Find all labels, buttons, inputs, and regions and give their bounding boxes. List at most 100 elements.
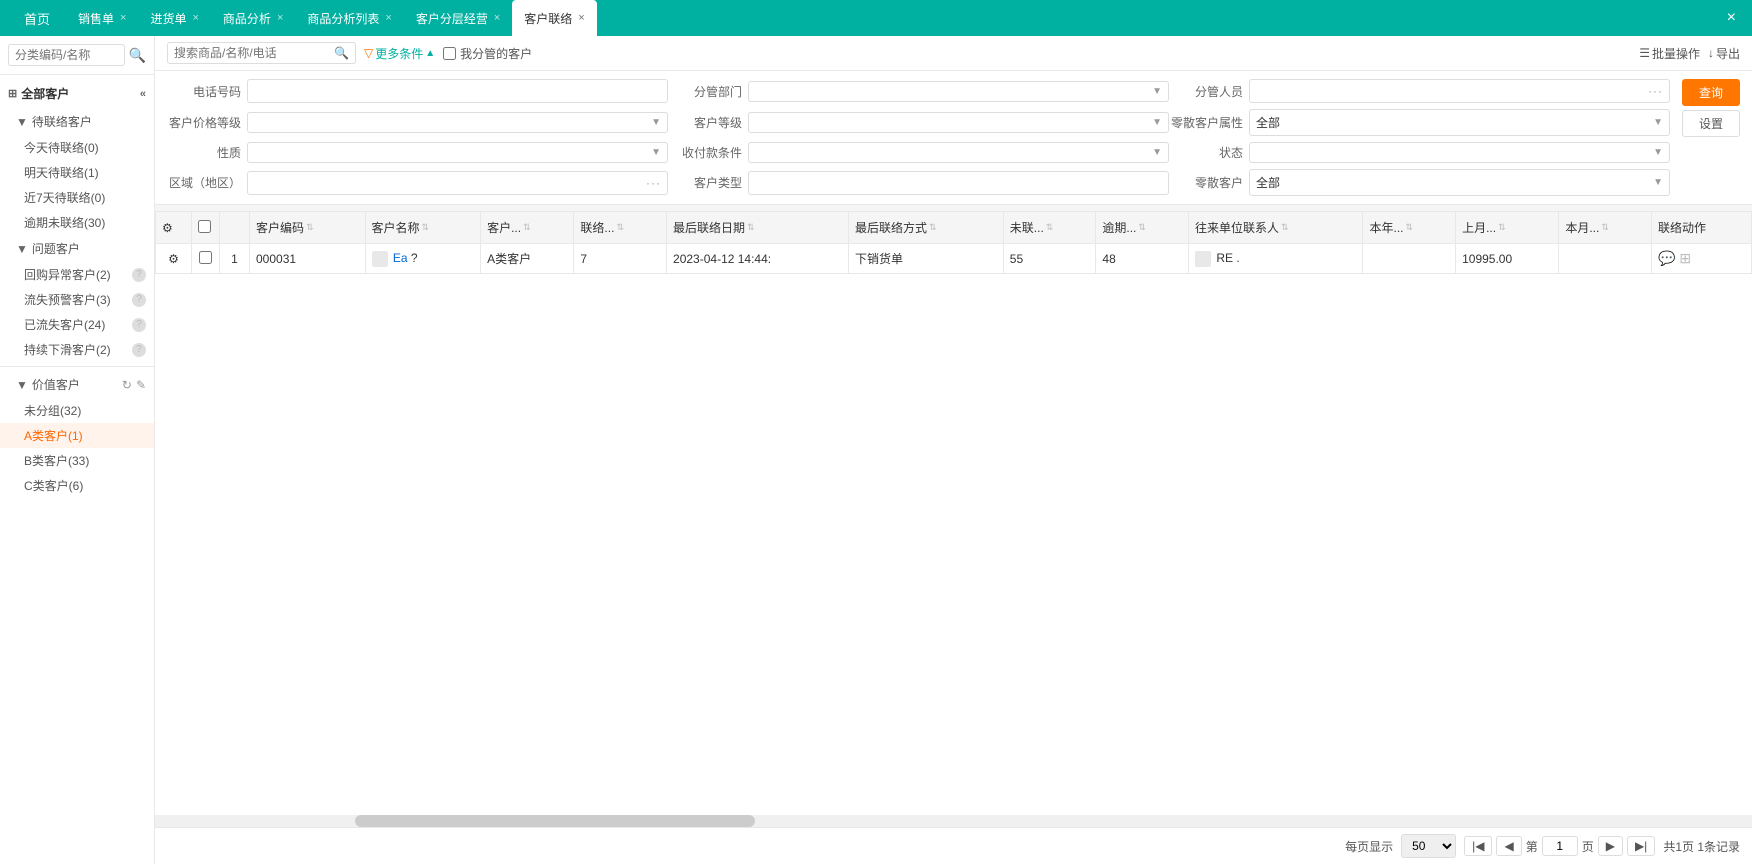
top-nav: 首页 销售单 × 进货单 × 商品分析 × 商品分析列表 × 客户分层经营 × … (0, 0, 1752, 36)
retail-customer-arrow: ▼ (1653, 177, 1663, 188)
sidebar-item-repurchase-abnormal[interactable]: 回购异常客户(2) ? (0, 262, 154, 287)
data-table: ⚙ 客户编码 ⇅ 客户名称 (155, 211, 1752, 274)
toolbar-right: ☰ 批量操作 ↓ 导出 (1639, 45, 1740, 62)
th-gear[interactable]: ⚙ (156, 212, 192, 244)
col-sort-method[interactable]: 最后联络方式 ⇅ (855, 219, 937, 236)
sidebar-search-input[interactable] (8, 44, 125, 66)
last-page-btn[interactable]: ▶| (1627, 836, 1655, 856)
sidebar-search-button[interactable]: 🔍 (129, 47, 146, 64)
nav-home[interactable]: 首页 (8, 0, 66, 36)
sidebar-item-today-pending[interactable]: 今天待联络(0) (0, 135, 154, 160)
main-layout: 🔍 ⊞ 全部客户 « ▼ 待联络客户 今天待联络(0) 明天待联络(1) 近7天… (0, 36, 1752, 864)
payment-select[interactable]: ▼ (748, 142, 1169, 163)
row-last-month: 10995.00 (1456, 244, 1559, 274)
sidebar-item-declining[interactable]: 持续下滑客户(2) ? (0, 337, 154, 362)
settings-button[interactable]: 设置 (1682, 110, 1740, 137)
col-sort-type[interactable]: 客户... ⇅ (487, 219, 531, 236)
status-select[interactable]: ▼ (1249, 142, 1670, 163)
sidebar-item-class-b[interactable]: B类客户(33) (0, 448, 154, 473)
dept-select[interactable]: ▼ (748, 81, 1169, 102)
my-customers-check[interactable] (443, 47, 456, 60)
nav-tab-sales[interactable]: 销售单 × (66, 0, 138, 36)
sidebar-group-pending-contact[interactable]: ▼ 待联络客户 (0, 108, 154, 135)
col-sort-lastmonth[interactable]: 上月... ⇅ (1462, 219, 1506, 236)
value-customers-actions: ↻ ✎ (122, 378, 146, 392)
region-select[interactable]: ··· (247, 171, 668, 195)
next-page-btn[interactable]: ▶ (1598, 836, 1623, 856)
close-purchase-tab[interactable]: × (192, 12, 198, 24)
filter-search-icon[interactable]: 🔍 (334, 46, 349, 60)
row-select-checkbox[interactable] (199, 251, 212, 264)
customer-type-input[interactable] (748, 171, 1169, 195)
sort-icon: ⇅ (616, 222, 624, 233)
manager-select[interactable]: ··· (1249, 79, 1670, 103)
col-sort-overdue[interactable]: 逾期... ⇅ (1102, 219, 1146, 236)
batch-op-button[interactable]: ☰ 批量操作 (1639, 45, 1700, 62)
sidebar-item-7days-pending[interactable]: 近7天待联络(0) (0, 185, 154, 210)
sidebar-item-class-c[interactable]: C类客户(6) (0, 473, 154, 498)
select-all-checkbox[interactable] (198, 220, 211, 233)
scroll-thumb[interactable] (355, 815, 755, 827)
col-sort-unit[interactable]: 往来单位联系人 ⇅ (1195, 219, 1289, 236)
sidebar-item-churned[interactable]: 已流失客户(24) ? (0, 312, 154, 337)
col-sort-date[interactable]: 最后联络日期 ⇅ (673, 219, 755, 236)
close-customer-tier-tab[interactable]: × (494, 12, 500, 24)
retail-customer-select[interactable]: 全部 ▼ (1249, 169, 1670, 196)
sidebar-item-tomorrow-pending[interactable]: 明天待联络(1) (0, 160, 154, 185)
col-sort-name[interactable]: 客户名称 ⇅ (372, 219, 430, 236)
sidebar-item-churn-warning[interactable]: 流失预警客户(3) ? (0, 287, 154, 312)
info-icon[interactable]: ? (132, 343, 146, 357)
query-button[interactable]: 查询 (1682, 79, 1740, 106)
nav-tab-customer-contact[interactable]: 客户联络 × (512, 0, 596, 36)
col-sort-nocontact[interactable]: 未联... ⇅ (1010, 219, 1054, 236)
first-page-btn[interactable]: |◀ (1464, 836, 1492, 856)
customer-level-select[interactable]: ▼ (748, 112, 1169, 133)
th-customer-name: 客户名称 ⇅ (365, 212, 481, 244)
close-goods-list-tab[interactable]: × (385, 12, 391, 24)
info-icon[interactable]: ? (132, 268, 146, 282)
page-input[interactable] (1542, 836, 1578, 856)
close-sales-tab[interactable]: × (120, 12, 126, 24)
row-gear[interactable]: ⚙ (156, 244, 192, 274)
nav-tab-goods-analysis-list[interactable]: 商品分析列表 × (295, 0, 403, 36)
phone-input[interactable] (247, 79, 668, 103)
nav-tab-goods-analysis[interactable]: 商品分析 × (211, 0, 295, 36)
col-sort-thismonth[interactable]: 本月... ⇅ (1565, 219, 1609, 236)
more-conditions-btn[interactable]: ▽ 更多条件 ▲ (364, 45, 435, 62)
close-all-tabs[interactable]: × (1719, 9, 1744, 27)
col-sort-year[interactable]: 本年... ⇅ (1369, 219, 1413, 236)
retail-attr-select[interactable]: 全部 ▼ (1249, 109, 1670, 136)
collapse-icon[interactable]: « (140, 88, 146, 100)
sidebar-item-overdue-contact[interactable]: 逾期未联络(30) (0, 210, 154, 235)
sidebar-group-problem-customers[interactable]: ▼ 问题客户 (0, 235, 154, 262)
price-level-select[interactable]: ▼ (247, 112, 668, 133)
customer-name-text[interactable]: Ea (393, 251, 408, 265)
comment-icon[interactable]: 💬 (1658, 250, 1675, 267)
nav-tab-customer-tier[interactable]: 客户分层经营 × (404, 0, 512, 36)
refresh-icon[interactable]: ↻ (122, 378, 132, 392)
col-sort-code[interactable]: 客户编码 ⇅ (256, 219, 314, 236)
edit-icon[interactable]: ✎ (136, 378, 146, 392)
col-sort-contact[interactable]: 联络... ⇅ (580, 219, 624, 236)
arrow-icon[interactable]: ▼ (16, 378, 28, 392)
sidebar-all-customers[interactable]: ⊞ 全部客户 « (0, 79, 154, 108)
row-contact-count: 7 (574, 244, 667, 274)
nature-select[interactable]: ▼ (247, 142, 668, 163)
close-goods-analysis-tab[interactable]: × (277, 12, 283, 24)
sidebar-item-ungrouped[interactable]: 未分组(32) (0, 398, 154, 423)
sort-icon: ⇅ (306, 222, 314, 233)
filter-search-input[interactable] (174, 46, 334, 60)
horizontal-scrollbar[interactable] (155, 815, 1752, 827)
last-contact-method-link[interactable]: 下销货单 (855, 252, 903, 266)
info-icon[interactable]: ? (132, 318, 146, 332)
nav-tab-purchase[interactable]: 进货单 × (138, 0, 210, 36)
sidebar-item-class-a[interactable]: A类客户(1) (0, 423, 154, 448)
grid-action-icon[interactable]: ⊞ (1679, 250, 1691, 267)
my-customers-checkbox[interactable]: 我分管的客户 (443, 45, 532, 62)
export-button[interactable]: ↓ 导出 (1708, 45, 1740, 62)
info-icon[interactable]: ? (132, 293, 146, 307)
close-customer-contact-tab[interactable]: × (578, 12, 584, 24)
manager-dots: ··· (1648, 84, 1663, 98)
per-page-select[interactable]: 50 100 200 (1401, 834, 1456, 858)
prev-page-btn[interactable]: ◀ (1496, 836, 1521, 856)
